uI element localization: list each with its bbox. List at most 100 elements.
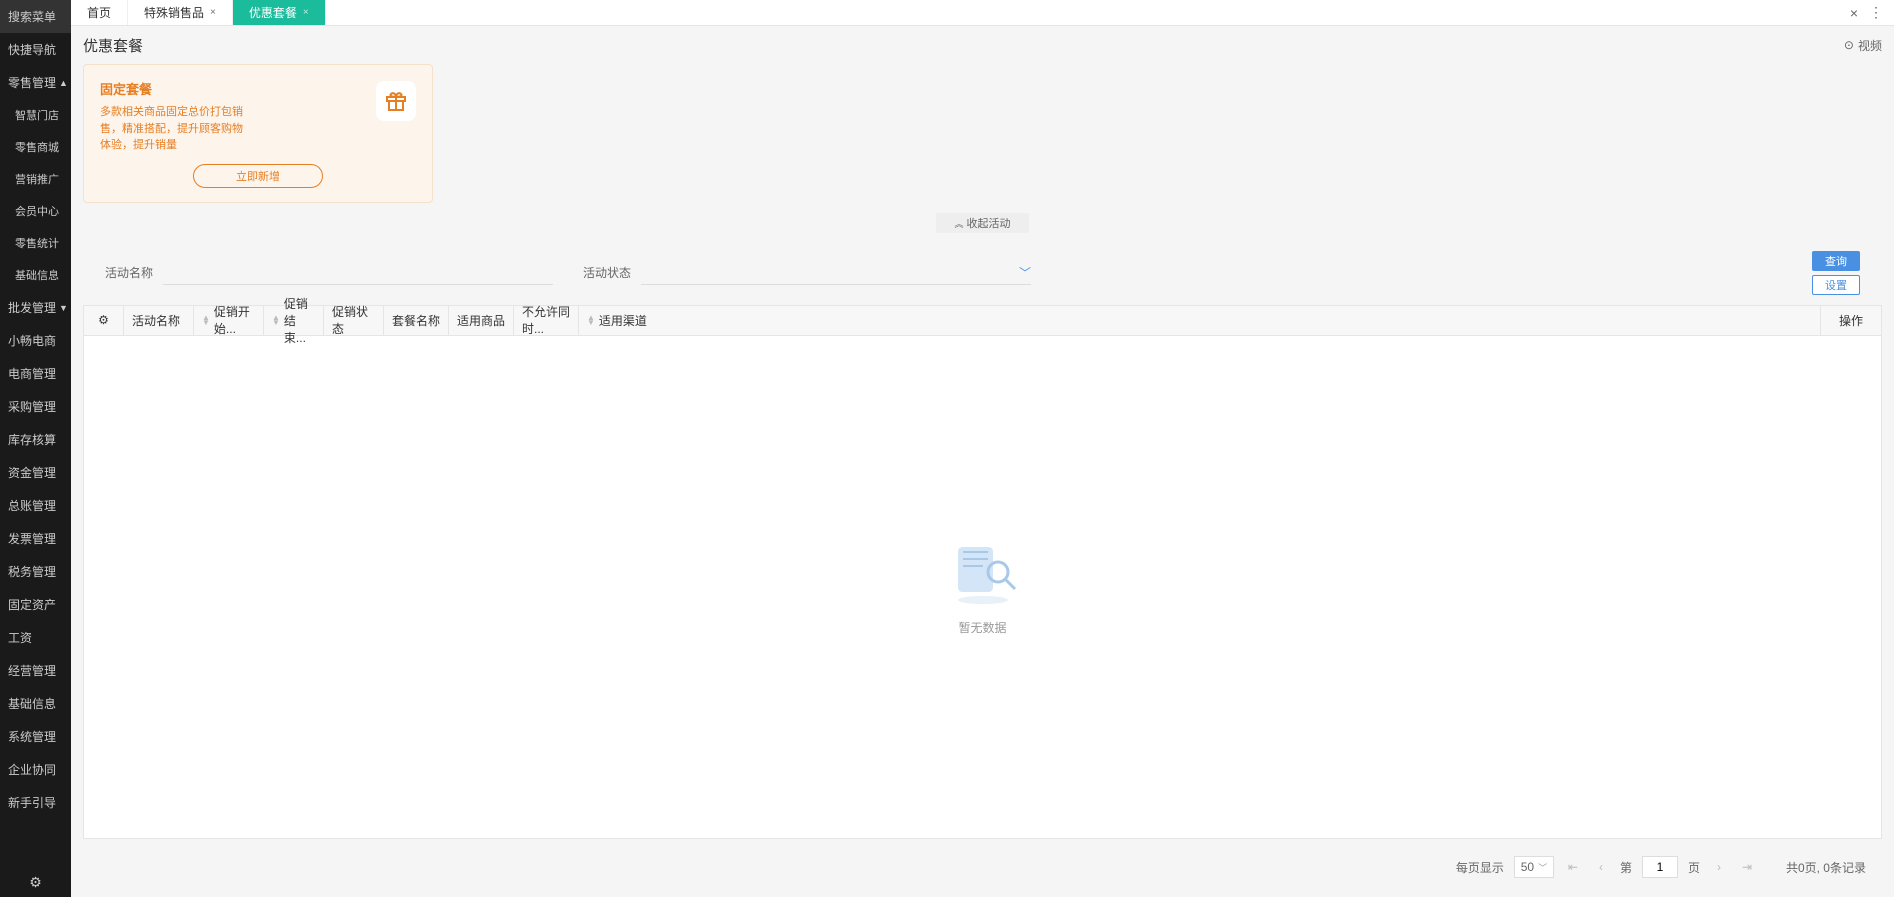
th-action: 操作 [1821, 306, 1881, 335]
th-label: 促销结束... [284, 295, 315, 346]
filter-activity-name: 活动名称 [105, 261, 553, 285]
sidebar-sub-retailstats[interactable]: 零售统计 [0, 227, 71, 259]
filter-actions: 查询 设置 [1812, 251, 1860, 295]
tab-discount-package[interactable]: 优惠套餐 × [233, 0, 326, 25]
activity-name-input[interactable] [163, 261, 553, 285]
activity-status-select[interactable]: ﹀ [641, 261, 1031, 285]
prev-page-button[interactable]: ‹ [1592, 858, 1610, 876]
video-label[interactable]: 视频 [1858, 37, 1882, 54]
sidebar-sub-smartstore[interactable]: 智慧门店 [0, 99, 71, 131]
promo-row: 固定套餐 多款相关商品固定总价打包销售，精准搭配，提升顾客购物体验，提升销量 立… [83, 64, 1882, 203]
gear-icon: ⚙ [98, 313, 109, 327]
sidebar-quicknav[interactable]: 快捷导航 [0, 33, 71, 66]
collapse-button[interactable]: ︽ 收起活动 [936, 213, 1028, 233]
pagination: 每页显示 50 ﹀ ⇤ ‹ 第 页 › ⇥ 共0页, 0条记录 [83, 849, 1882, 885]
tab-label: 首页 [87, 4, 111, 21]
tab-label: 优惠套餐 [249, 4, 297, 21]
sidebar-item-inventory[interactable]: 库存核算 [0, 423, 71, 456]
sidebar-retail-mgmt[interactable]: 零售管理 ▲ [0, 66, 71, 99]
gift-icon [376, 81, 416, 121]
chevron-down-icon: ﹀ [1019, 264, 1031, 281]
sort-icon: ▲▼ [587, 315, 595, 325]
sidebar-search[interactable]: 搜索菜单 [0, 0, 71, 33]
th-label: 促销开始... [214, 303, 255, 337]
sidebar-item-label: 零售管理 [8, 74, 56, 91]
query-button[interactable]: 查询 [1812, 251, 1860, 271]
th-end[interactable]: ▲▼ 促销结束... [264, 306, 324, 335]
filter-label-status: 活动状态 [583, 264, 631, 281]
sidebar-item-funds[interactable]: 资金管理 [0, 456, 71, 489]
video-icon[interactable]: ⊙ [1844, 38, 1854, 52]
th-label: 套餐名称 [392, 312, 440, 329]
sidebar-item-label: 批发管理 [8, 299, 56, 316]
sidebar-wholesale-mgmt[interactable]: 批发管理 ▼ [0, 291, 71, 324]
th-channel[interactable]: ▲▼ 适用渠道 [579, 306, 1821, 335]
sidebar-item-newbie[interactable]: 新手引导 [0, 786, 71, 819]
sidebar-item-invoice[interactable]: 发票管理 [0, 522, 71, 555]
th-start[interactable]: ▲▼ 促销开始... [194, 306, 264, 335]
close-icon[interactable]: × [303, 7, 309, 18]
sidebar-item-tax[interactable]: 税务管理 [0, 555, 71, 588]
th-products[interactable]: 适用商品 [449, 306, 514, 335]
page-title: 优惠套餐 [83, 35, 143, 56]
promo-card-title: 固定套餐 [100, 79, 416, 98]
next-page-button[interactable]: › [1710, 858, 1728, 876]
per-page-value: 50 [1521, 860, 1534, 874]
tab-home[interactable]: 首页 [71, 0, 128, 25]
create-now-button[interactable]: 立即新增 [193, 164, 323, 188]
chevron-up-icon: ▲ [59, 78, 68, 88]
last-page-button[interactable]: ⇥ [1738, 858, 1756, 876]
page-header: 优惠套餐 ⊙ 视频 [71, 26, 1894, 64]
sidebar-item-xiaochang[interactable]: 小畅电商 [0, 324, 71, 357]
close-all-icon[interactable]: × [1846, 5, 1862, 21]
filter-activity-status: 活动状态 ﹀ [583, 261, 1031, 285]
per-page-label: 每页显示 [1456, 859, 1504, 876]
sidebar-item-ecommerce[interactable]: 电商管理 [0, 357, 71, 390]
th-package-name[interactable]: 套餐名称 [384, 306, 449, 335]
th-label: 适用渠道 [599, 312, 647, 329]
settings-button[interactable]: 设置 [1812, 275, 1860, 295]
th-label: 适用商品 [457, 312, 505, 329]
sort-icon: ▲▼ [202, 315, 210, 325]
sidebar-footer: ⚙ [0, 868, 71, 897]
per-page-select[interactable]: 50 ﹀ [1514, 856, 1554, 878]
sidebar-item-enterprise[interactable]: 企业协同 [0, 753, 71, 786]
sidebar-item-purchase[interactable]: 采购管理 [0, 390, 71, 423]
close-icon[interactable]: × [210, 7, 216, 18]
sidebar-item-ledger[interactable]: 总账管理 [0, 489, 71, 522]
filter-bar: 活动名称 活动状态 ﹀ 查询 设置 [83, 243, 1882, 295]
collapse-label: 收起活动 [967, 218, 1011, 230]
table-header: ⚙ 活动名称 ▲▼ 促销开始... ▲▼ 促销结束... 促销状态 [84, 306, 1881, 336]
tab-special-sales[interactable]: 特殊销售品 × [128, 0, 233, 25]
first-page-button[interactable]: ⇤ [1564, 858, 1582, 876]
page-prefix: 第 [1620, 859, 1632, 876]
sidebar-sub-member[interactable]: 会员中心 [0, 195, 71, 227]
page-input[interactable] [1642, 856, 1678, 878]
filter-label-name: 活动名称 [105, 264, 153, 281]
th-status[interactable]: 促销状态 [324, 306, 384, 335]
th-label: 活动名称 [132, 312, 180, 329]
sidebar-item-baseinfo2[interactable]: 基础信息 [0, 687, 71, 720]
sidebar-sub-baseinfo[interactable]: 基础信息 [0, 259, 71, 291]
tabbar: 首页 特殊销售品 × 优惠套餐 × × ⋮ [71, 0, 1894, 26]
sidebar-item-system[interactable]: 系统管理 [0, 720, 71, 753]
page-suffix: 页 [1688, 859, 1700, 876]
sidebar-sub-retailmall[interactable]: 零售商城 [0, 131, 71, 163]
more-icon[interactable]: ⋮ [1868, 5, 1884, 21]
th-label: 不允许同时... [522, 303, 570, 337]
th-disallow[interactable]: 不允许同时... [514, 306, 579, 335]
tab-label: 特殊销售品 [144, 4, 204, 21]
th-settings[interactable]: ⚙ [84, 306, 124, 335]
sidebar-item-fixedassets[interactable]: 固定资产 [0, 588, 71, 621]
sidebar-item-operation[interactable]: 经营管理 [0, 654, 71, 687]
th-activity-name[interactable]: 活动名称 [124, 306, 194, 335]
pagination-summary: 共0页, 0条记录 [1786, 859, 1866, 876]
data-table: ⚙ 活动名称 ▲▼ 促销开始... ▲▼ 促销结束... 促销状态 [83, 305, 1882, 840]
gear-icon[interactable]: ⚙ [29, 874, 42, 890]
chevron-down-icon: ﹀ [1538, 861, 1547, 874]
content: 固定套餐 多款相关商品固定总价打包销售，精准搭配，提升顾客购物体验，提升销量 立… [71, 64, 1894, 897]
sidebar-sub-marketing[interactable]: 营销推广 [0, 163, 71, 195]
th-label: 促销状态 [332, 303, 375, 337]
sidebar-item-salary[interactable]: 工资 [0, 621, 71, 654]
main: 首页 特殊销售品 × 优惠套餐 × × ⋮ 优惠套餐 ⊙ 视频 [71, 0, 1894, 897]
